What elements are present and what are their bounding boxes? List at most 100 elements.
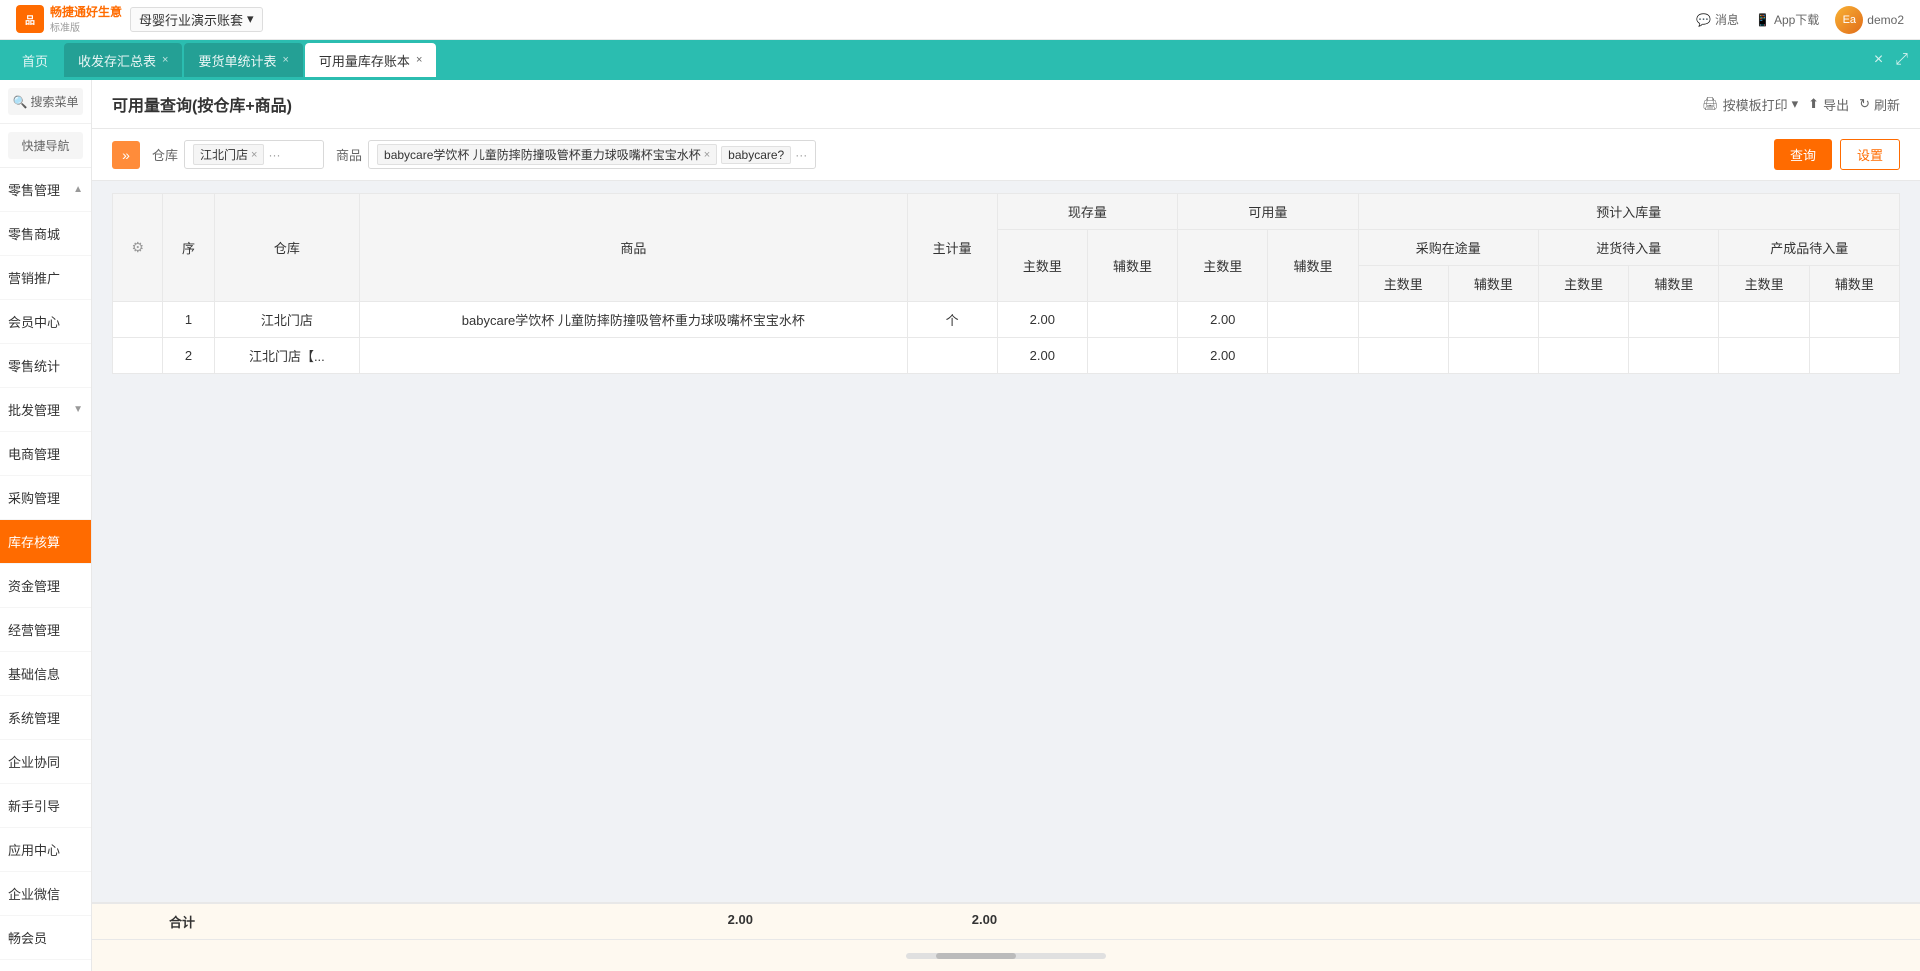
sidebar-item-operations[interactable]: 经营管理 (0, 608, 91, 652)
sidebar-item-label: 批发管理 (8, 400, 60, 419)
top-bar-right: 💬 消息 📱 App下载 Ea demo2 (1696, 6, 1904, 34)
filter-actions: 查询 设置 (1774, 139, 1900, 170)
cell-unit: 个 (907, 302, 997, 338)
tab-available-stock-close[interactable]: × (416, 54, 422, 66)
footer-total-purchase-sub (1290, 912, 1412, 931)
product-filter-field: 商品 babycare学饮杯 儿童防摔防撞吸管杯重力球吸嘴杯宝宝水杯 × bab… (336, 140, 816, 169)
message-btn[interactable]: 💬 消息 (1696, 11, 1739, 28)
app-download-btn[interactable]: 📱 App下载 (1755, 11, 1819, 28)
nav-actions: × ⤢ (1870, 49, 1912, 71)
search-icon: 🔍 (13, 95, 28, 109)
sidebar-item-retail-stats[interactable]: 零售统计 (0, 344, 91, 388)
product-input[interactable]: babycare学饮杯 儿童防摔防撞吸管杯重力球吸嘴杯宝宝水杯 × babyca… (368, 140, 816, 169)
warehouse-more[interactable]: ··· (268, 148, 280, 162)
sidebar-item-label: 企业微信 (8, 884, 60, 903)
sidebar-item-basic-info[interactable]: 基础信息 (0, 652, 91, 696)
cell-stock-main: 2.00 (997, 338, 1087, 374)
cell-product: babycare学饮杯 儿童防摔防撞吸管杯重力球吸嘴杯宝宝水杯 (360, 302, 907, 338)
nav-close-btn[interactable]: × (1870, 49, 1887, 71)
query-btn[interactable]: 查询 (1774, 139, 1832, 170)
refresh-icon: ↻ (1859, 96, 1870, 112)
table-row: 2江北门店【...2.002.00 (113, 338, 1900, 374)
export-btn[interactable]: ⬆ 导出 (1808, 95, 1849, 114)
sidebar-item-ecommerce[interactable]: 电商管理 (0, 432, 91, 476)
cell-available-main: 2.00 (1178, 338, 1268, 374)
brand-info: 畅捷通好生意 标准版 (50, 5, 122, 34)
tab-order-stats-close[interactable]: × (282, 54, 288, 66)
bottom-scrollbar[interactable] (92, 939, 1920, 971)
warehouse-filter-field: 仓库 江北门店 × ··· (152, 140, 324, 169)
cell-product (360, 338, 907, 374)
cell-purchase-main (1358, 338, 1448, 374)
settings-btn[interactable]: 设置 (1840, 139, 1900, 170)
page-header-actions: 🖨 按模板打印 ▾ ⬆ 导出 ↻ 刷新 (1702, 95, 1900, 114)
sidebar-item-vip-member[interactable]: 畅会员 (0, 916, 91, 960)
sidebar-search-btn[interactable]: 🔍 搜索菜单 (8, 88, 83, 115)
quick-nav-label: 快捷导航 (21, 139, 69, 153)
warehouse-tag: 江北门店 × (193, 144, 264, 165)
footer-total-available-sub (1046, 912, 1168, 931)
sidebar-item-app-center[interactable]: 应用中心 (0, 828, 91, 872)
nav-restore-btn[interactable]: ⤢ (1891, 49, 1912, 71)
sidebar-item-finance[interactable]: 资金管理 (0, 564, 91, 608)
sidebar-item-purchase-mgmt[interactable]: 采购管理 (0, 476, 91, 520)
filter-expand-btn[interactable]: » (112, 141, 140, 169)
sidebar-quick-nav-section: 快捷导航 (0, 124, 91, 168)
tab-available-stock-label: 可用量库存账本 (319, 51, 410, 70)
sidebar-item-label: 电商管理 (8, 444, 60, 463)
sidebar-item-enterprise-wechat[interactable]: 企业微信 (0, 872, 91, 916)
th-settings[interactable]: ⚙ (113, 194, 163, 302)
cell-stock-sub (1087, 302, 1177, 338)
footer-total-purchase-main (1168, 912, 1290, 931)
brand-logo: 品 畅捷通好生意 标准版 (16, 5, 122, 34)
tab-order-stats-label: 要货单统计表 (198, 51, 276, 70)
sidebar-item-label: 营销推广 (8, 268, 60, 287)
sidebar-item-retail-mgmt[interactable]: 零售管理 ▲ (0, 168, 91, 212)
refresh-btn[interactable]: ↻ 刷新 (1859, 95, 1900, 114)
cell-checkbox (113, 302, 163, 338)
tab-home[interactable]: 首页 (8, 43, 62, 77)
user-profile[interactable]: Ea demo2 (1835, 6, 1904, 34)
sidebar-item-inventory[interactable]: 库存核算 (0, 520, 91, 564)
print-icon: 🖨 (1702, 96, 1719, 112)
th-incoming-sub: 辅数里 (1629, 266, 1719, 302)
footer-total-incoming-sub (1534, 912, 1656, 931)
tab-available-stock[interactable]: 可用量库存账本 × (305, 43, 436, 77)
th-purchase-sub: 辅数里 (1448, 266, 1538, 302)
tab-receipts-close[interactable]: × (162, 54, 168, 66)
sidebar-item-marketing[interactable]: 营销推广 (0, 256, 91, 300)
settings-icon[interactable]: ⚙ (131, 239, 144, 255)
product-more[interactable]: ··· (795, 148, 807, 162)
top-bar: 品 畅捷通好生意 标准版 母婴行业演示账套 ▾ 💬 消息 📱 App下载 Ea … (0, 0, 1920, 40)
sidebar-item-enterprise-collab[interactable]: 企业协同 (0, 740, 91, 784)
th-subgroup-incoming: 进货待入量 (1539, 230, 1719, 266)
warehouse-input[interactable]: 江北门店 × ··· (184, 140, 324, 169)
tab-order-stats[interactable]: 要货单统计表 × (184, 43, 302, 77)
export-label: 导出 (1823, 95, 1849, 114)
template-print-btn[interactable]: 🖨 按模板打印 ▾ (1702, 95, 1798, 114)
th-stock-main: 主数里 (997, 230, 1087, 302)
nav-tabs: 首页 收发存汇总表 × 要货单统计表 × 可用量库存账本 × × ⤢ (0, 40, 1920, 80)
footer-label: 合计 (112, 912, 252, 931)
cell-warehouse: 江北门店 (214, 302, 360, 338)
th-unit: 主计量 (907, 194, 997, 302)
th-stock-sub: 辅数里 (1087, 230, 1177, 302)
industry-selector[interactable]: 母婴行业演示账套 ▾ (130, 7, 263, 32)
sidebar-item-member-center[interactable]: 会员中心 (0, 300, 91, 344)
product-label: 商品 (336, 145, 362, 164)
industry-dropdown-icon: ▾ (247, 11, 254, 27)
brand-name: 畅捷通好生意 (50, 5, 122, 19)
sidebar-item-new-guide[interactable]: 新手引导 (0, 784, 91, 828)
sidebar-quick-nav-btn[interactable]: 快捷导航 (8, 132, 83, 159)
warehouse-tag-close[interactable]: × (251, 149, 257, 161)
sidebar-item-label: 应用中心 (8, 840, 60, 859)
template-print-label: 按模板打印 (1723, 95, 1788, 114)
sidebar-item-wholesale-mgmt[interactable]: 批发管理 ▼ (0, 388, 91, 432)
product-tag-1-close[interactable]: × (704, 149, 710, 161)
sidebar-item-label: 采购管理 (8, 488, 60, 507)
sidebar-item-sys-mgmt[interactable]: 系统管理 (0, 696, 91, 740)
cell-mfg-sub (1809, 338, 1899, 374)
sidebar-item-retail-mall[interactable]: 零售商城 (0, 212, 91, 256)
tab-receipts[interactable]: 收发存汇总表 × (64, 43, 182, 77)
brand-sub: 标准版 (50, 19, 122, 34)
